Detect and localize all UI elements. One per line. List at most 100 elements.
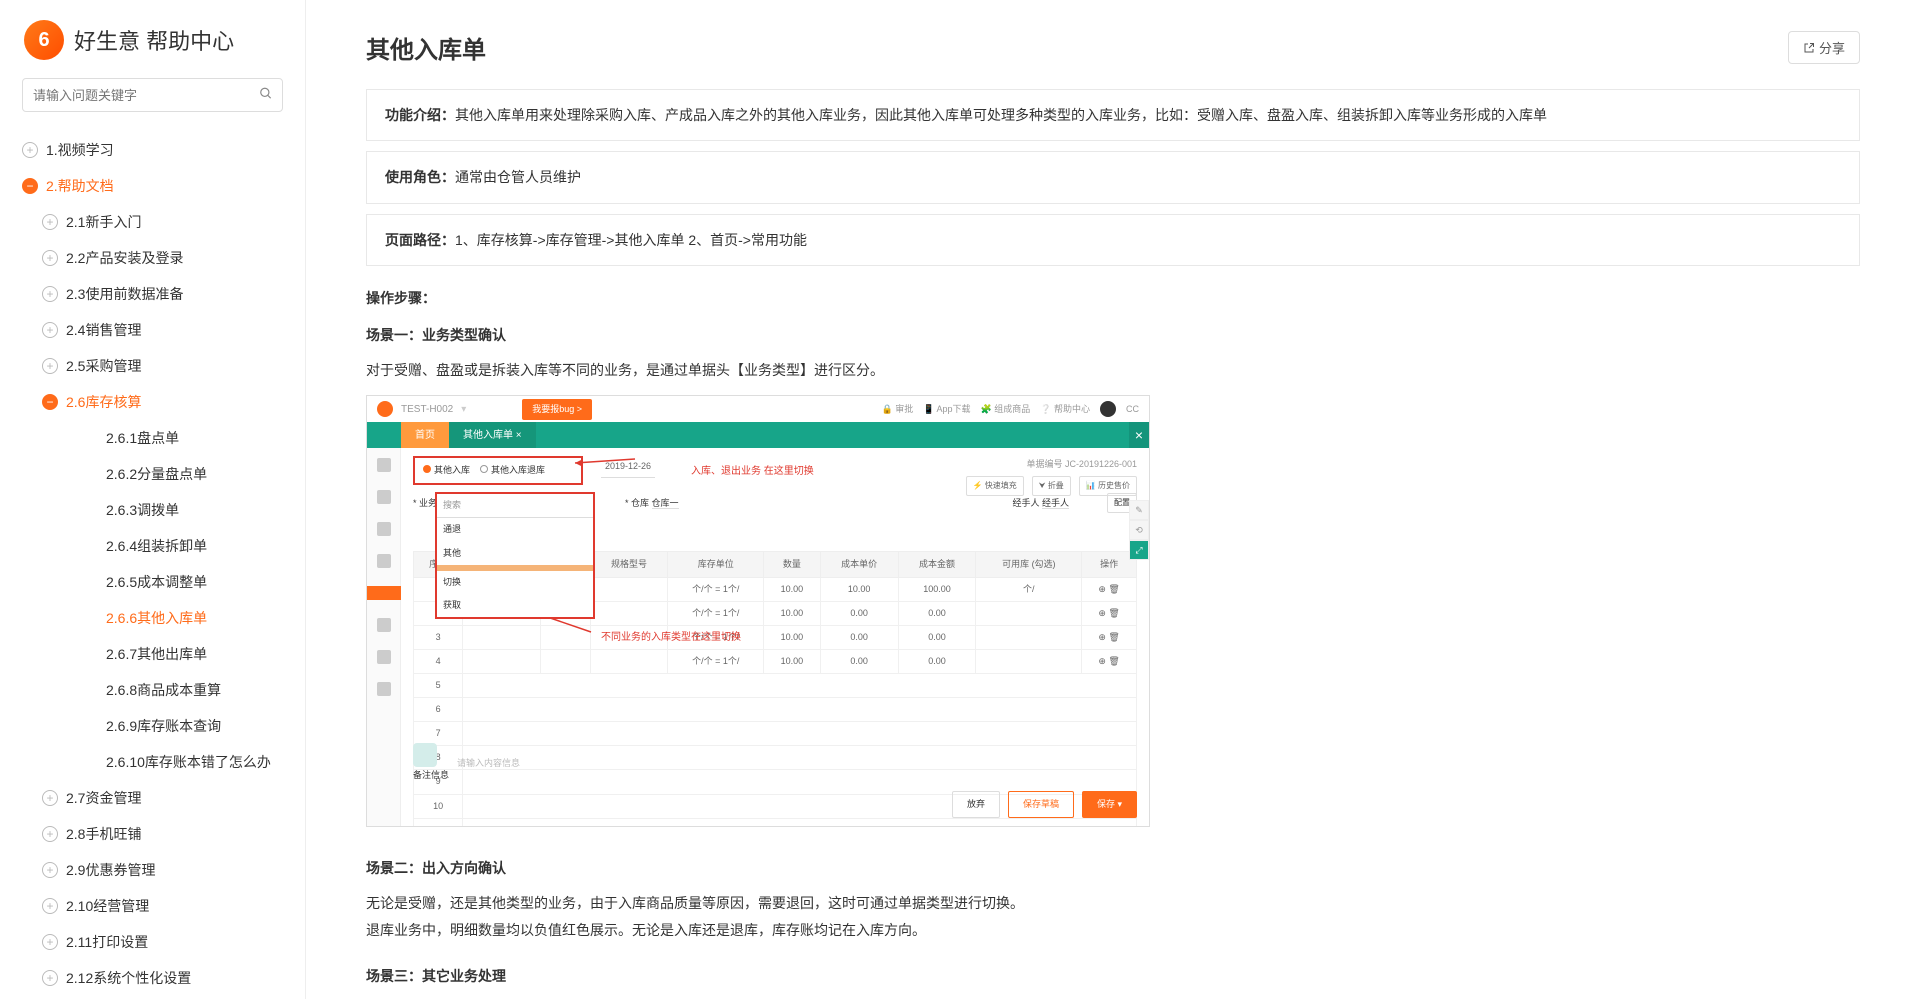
nav-label: 2.5采购管理 [66,356,141,376]
ss-biztype-dropdown: 搜索 通退 其他 切换 获取 [435,492,595,618]
scene1-desc: 对于受赠、盘盈或是拆装入库等不同的业务，是通过单据头【业务类型】进行区分。 [366,357,1860,384]
nav-leaf-262[interactable]: 2.6.2分量盘点单 [62,456,283,492]
nav-leaf-266[interactable]: 2.6.6其他入库单 [62,600,283,636]
nav-leaf-264[interactable]: 2.6.4组装拆卸单 [62,528,283,564]
path-label: 页面路径： [385,232,455,248]
role-text: 通常由仓管人员维护 [455,169,581,185]
nav-leaf-2610[interactable]: 2.6.10库存账本错了怎么办 [62,744,283,780]
avatar-icon [1100,401,1116,417]
nav-getting-started[interactable]: +2.1新手入门 [42,204,283,240]
nav-video-learning[interactable]: +1.视频学习 [22,132,283,168]
expand-icon: + [42,358,58,374]
ss-memo: 备注信息 请输入内容信息 [413,743,520,784]
steps-label: 操作步骤： [366,288,1860,308]
nav-leaf-263[interactable]: 2.6.3调拨单 [62,492,283,528]
scene3: 场景三：其它业务处理 1、赠品入库的商品直接转为销售。通过工具栏【复制/复制为销… [366,963,1860,999]
rail-icon: ⤢ [1129,540,1149,560]
rail-icon-active [367,586,401,600]
nav-help-docs[interactable]: −2.帮助文档 [22,168,283,204]
ss-draft-button: 保存草稿 [1008,791,1074,818]
search-box [22,78,283,112]
nav-coupon[interactable]: +2.9优惠券管理 [42,852,283,888]
nav-sales[interactable]: +2.4销售管理 [42,312,283,348]
nav-data-prep[interactable]: +2.3使用前数据准备 [42,276,283,312]
collapse-icon: − [22,178,38,194]
scene2-text2: 退库业务中，明细数量均以负值红色展示。无论是入库还是退库，库存账均记在入库方向。 [366,917,1860,944]
nav-label: 2.7资金管理 [66,788,141,808]
nav-inventory[interactable]: −2.6库存核算 [42,384,283,420]
ss-right-rail: ✎ ⟲ ⤢ [1129,500,1149,560]
expand-icon: + [22,142,38,158]
nav-label: 2.9优惠券管理 [66,860,155,880]
brand-row: 6 好生意 帮助中心 [0,20,305,78]
nav-print[interactable]: +2.11打印设置 [42,924,283,960]
share-icon [1803,42,1815,54]
title-row: 其他入库单 分享 [366,30,1860,65]
nav-label: 1.视频学习 [46,140,114,160]
nav-leaf-267[interactable]: 2.6.7其他出库单 [62,636,283,672]
scene2: 场景二：出入方向确认 无论是受赠，还是其他类型的业务，由于入库商品质量等原因，需… [366,855,1860,943]
brand-text: 好生意 帮助中心 [74,24,234,56]
rail-icon: ✎ [1129,500,1149,520]
scene2-text1: 无论是受赠，还是其他类型的业务，由于入库商品质量等原因，需要退回，这时可通过单据… [366,890,1860,917]
ss-topbar: TEST-H002 ▾ 我要报bug > 🔒 审批 📱 App下载 🧩 组成商品… [367,396,1149,422]
intro-box: 功能介绍：其他入库单用来处理除采购入库、产成品入库之外的其他入库业务，因此其他入… [366,89,1860,141]
nav-install-login[interactable]: +2.2产品安装及登录 [42,240,283,276]
ss-save-button: 保存 ▾ [1082,791,1137,818]
expand-icon: + [42,898,58,914]
nav-label: 2.8手机旺铺 [66,824,141,844]
nav-leaf-265[interactable]: 2.6.5成本调整单 [62,564,283,600]
path-text: 1、库存核算->库存管理->其他入库单 2、首页->常用功能 [455,232,807,248]
rail-icon: ⟲ [1129,520,1149,540]
page-title: 其他入库单 [366,30,486,65]
nav-leaf-269[interactable]: 2.6.9库存账本查询 [62,708,283,744]
memo-icon [413,743,437,767]
ss-radio-group: 其他入库 其他入库退库 [413,456,583,485]
ss-date-field: 2019-12-26 [601,456,655,478]
ss-tab-home: 首页 [401,422,449,448]
expand-icon: + [42,970,58,986]
nav-label: 2.1新手入门 [66,212,141,232]
ss-discard-button: 放弃 [952,791,1000,818]
nav-list: +1.视频学习 −2.帮助文档 +2.1新手入门 +2.2产品安装及登录 +2.… [0,132,305,999]
search-input[interactable] [22,78,283,112]
expand-icon: + [42,286,58,302]
nav-leaf-261[interactable]: 2.6.1盘点单 [62,420,283,456]
nav-label: 2.2产品安装及登录 [66,248,183,268]
nav-leaf-268[interactable]: 2.6.8商品成本重算 [62,672,283,708]
ss-testlabel: TEST-H002 [401,400,453,419]
expand-icon: + [42,250,58,266]
rail-icon [377,650,391,664]
app-screenshot: TEST-H002 ▾ 我要报bug > 🔒 审批 📱 App下载 🧩 组成商品… [366,395,1150,827]
ss-tab-active: 其他入库单 × [449,422,536,448]
nav-purchase[interactable]: +2.5采购管理 [42,348,283,384]
collapse-icon: − [42,394,58,410]
expand-icon: + [42,826,58,842]
ss-bug-button: 我要报bug > [522,399,592,420]
intro-label: 功能介绍： [385,107,455,123]
role-box: 使用角色：通常由仓管人员维护 [366,151,1860,203]
nav-mobile-shop[interactable]: +2.8手机旺铺 [42,816,283,852]
nav-label: 2.10经营管理 [66,896,149,916]
scene1: 场景一：业务类型确认 对于受赠、盘盈或是拆装入库等不同的业务，是通过单据头【业务… [366,322,1860,827]
steps-section: 操作步骤： 场景一：业务类型确认 对于受赠、盘盈或是拆装入库等不同的业务，是通过… [366,288,1860,999]
rail-icon [377,618,391,632]
ss-topbar-right: 🔒 审批 📱 App下载 🧩 组成商品 ❔ 帮助中心 CC [882,401,1139,418]
share-button[interactable]: 分享 [1788,31,1860,64]
search-icon[interactable] [259,87,273,104]
expand-icon: + [42,790,58,806]
nav-label: 2.6库存核算 [66,392,141,412]
nav-business[interactable]: +2.10经营管理 [42,888,283,924]
ss-annotation1: 入库、退出业务 在这里切换 [691,462,814,481]
nav-label: 2.12系统个性化设置 [66,968,191,988]
main-content: 其他入库单 分享 功能介绍：其他入库单用来处理除采购入库、产成品入库之外的其他入… [306,0,1920,999]
radio-on-icon [423,465,431,473]
path-box: 页面路径：1、库存核算->库存管理->其他入库单 2、首页->常用功能 [366,214,1860,266]
nav-label: 2.帮助文档 [46,176,114,196]
radio-off-icon [480,465,488,473]
ss-left-rail [367,448,401,827]
expand-icon: + [42,934,58,950]
expand-icon: + [42,862,58,878]
nav-funds[interactable]: +2.7资金管理 [42,780,283,816]
nav-personalize[interactable]: +2.12系统个性化设置 [42,960,283,996]
